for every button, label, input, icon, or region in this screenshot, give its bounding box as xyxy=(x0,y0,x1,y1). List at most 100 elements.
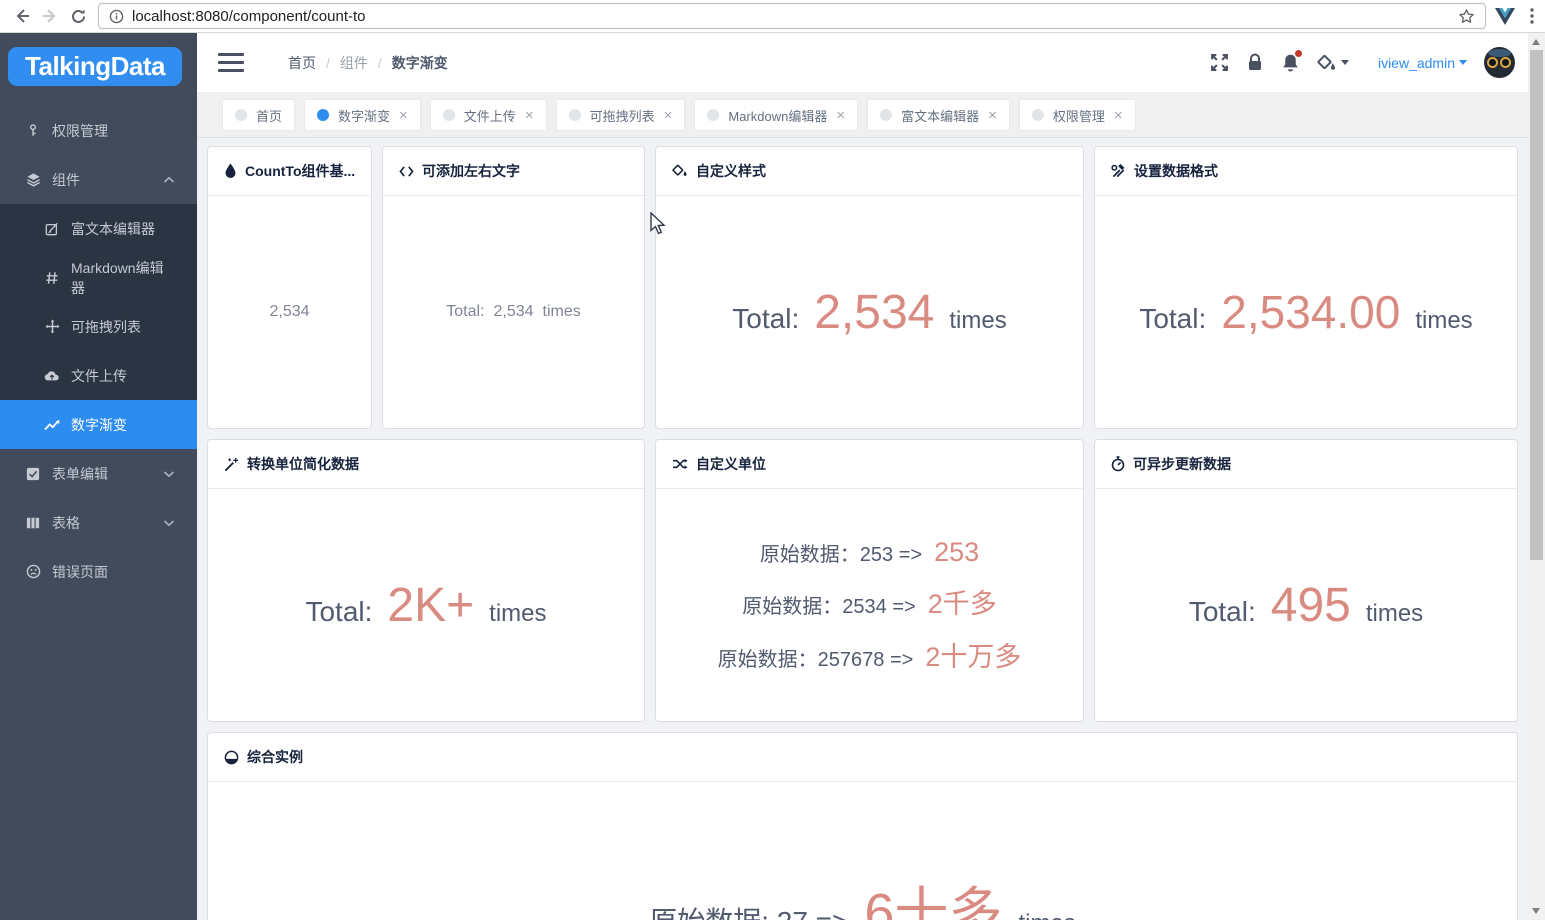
chevron-down-icon xyxy=(1459,60,1467,65)
notification-bell-icon[interactable] xyxy=(1281,49,1302,73)
sidebar-item-table[interactable]: 表格 xyxy=(0,498,197,547)
scrollbar-thumb[interactable] xyxy=(1530,50,1543,560)
url-text[interactable]: localhost:8080/component/count-to xyxy=(132,8,1458,25)
converted-value: 253 xyxy=(934,536,980,567)
close-icon[interactable]: × xyxy=(525,108,534,123)
card-title: CountTo组件基... xyxy=(245,163,356,179)
raw-data-label: 原始数据：257678 => xyxy=(717,648,914,671)
lock-icon[interactable] xyxy=(1246,53,1264,72)
reload-icon[interactable] xyxy=(64,2,92,30)
tab-label: 文件上传 xyxy=(463,108,516,124)
count-label: Total: xyxy=(732,302,800,334)
tools-icon xyxy=(1111,163,1126,179)
breadcrumb-separator: / xyxy=(377,54,382,71)
count-label: Total: xyxy=(446,303,485,320)
page-info-icon[interactable] xyxy=(109,9,124,24)
fullscreen-icon[interactable] xyxy=(1210,53,1229,72)
chevron-up-icon xyxy=(163,176,175,184)
user-menu[interactable]: iview_admin xyxy=(1378,55,1467,71)
converted-value: 2十万多 xyxy=(925,641,1022,672)
close-icon[interactable]: × xyxy=(1114,108,1123,123)
app-logo[interactable]: TalkingData xyxy=(8,47,182,86)
theme-bucket-icon[interactable] xyxy=(1317,54,1349,72)
browser-menu-icon[interactable] xyxy=(1530,8,1534,24)
count-label: Total: xyxy=(1188,595,1256,627)
raw-data-label: 原始数据：253 => xyxy=(759,543,923,566)
hamburger-menu-icon[interactable] xyxy=(218,53,244,72)
tab-count-to[interactable]: 数字渐变 × xyxy=(304,99,421,131)
converted-value: 2千多 xyxy=(927,588,997,619)
move-icon xyxy=(44,319,60,334)
bookmark-star-icon[interactable] xyxy=(1458,8,1475,25)
card-custom-style: 自定义样式 Total: 2,534 times xyxy=(655,146,1084,429)
count-suffix: times xyxy=(1018,910,1075,920)
sidebar-item-form-editor[interactable]: 表单编辑 xyxy=(0,449,197,498)
app-header: 首页 / 组件 / 数字渐变 iview_admin xyxy=(197,33,1528,92)
sidebar-item-markdown[interactable]: Markdown编辑器 xyxy=(0,253,197,302)
back-icon[interactable] xyxy=(8,2,36,30)
close-icon[interactable]: × xyxy=(399,108,408,123)
count-value: 2,534 xyxy=(814,285,935,339)
tab-label: 权限管理 xyxy=(1052,108,1105,124)
sidebar-item-label: Markdown编辑器 xyxy=(71,259,164,296)
close-icon[interactable]: × xyxy=(664,108,673,123)
card-title: 转换单位简化数据 xyxy=(247,456,359,472)
unit-example-row: 原始数据：257678 => 2十万多 xyxy=(718,635,1022,674)
tab-markdown[interactable]: Markdown编辑器 × xyxy=(694,99,859,131)
vue-devtools-icon[interactable] xyxy=(1494,7,1516,26)
address-bar[interactable]: localhost:8080/component/count-to xyxy=(98,3,1486,29)
contrast-icon xyxy=(224,750,239,765)
tab-draggable-list[interactable]: 可拖拽列表 × xyxy=(555,99,686,131)
sidebar-item-error-pages[interactable]: 错误页面 xyxy=(0,547,197,596)
card-title: 综合实例 xyxy=(247,749,303,765)
hash-icon xyxy=(44,271,60,285)
sidebar-item-count-to[interactable]: 数字渐变 xyxy=(0,400,197,449)
sidebar-item-label: 文件上传 xyxy=(71,367,127,384)
forward-icon[interactable] xyxy=(36,2,64,30)
chevron-down-icon xyxy=(1340,60,1349,65)
sidebar-item-file-upload[interactable]: 文件上传 xyxy=(0,351,197,400)
layers-icon xyxy=(25,172,41,187)
sidebar-item-rich-editor[interactable]: 富文本编辑器 xyxy=(0,204,197,253)
breadcrumb-components[interactable]: 组件 xyxy=(340,53,368,73)
close-icon[interactable]: × xyxy=(836,108,845,123)
card-title: 自定义样式 xyxy=(696,163,766,179)
sidebar-item-label: 富文本编辑器 xyxy=(71,220,155,237)
count-label: Total: xyxy=(305,595,373,627)
sidebar-item-label: 可拖拽列表 xyxy=(71,318,141,335)
tab-file-upload[interactable]: 文件上传 × xyxy=(429,99,547,131)
sidebar-item-draggable-list[interactable]: 可拖拽列表 xyxy=(0,302,197,351)
sidebar-menu: 权限管理 组件 富文本编辑器 Markdown编辑器 可拖拽列表 文件上传 数字… xyxy=(0,106,197,596)
window-scrollbar[interactable] xyxy=(1528,33,1545,920)
card-left-right-text: 可添加左右文字 Total: 2,534 times xyxy=(382,146,645,429)
sidebar-item-components[interactable]: 组件 xyxy=(0,155,197,204)
avatar[interactable] xyxy=(1484,47,1515,78)
tab-rich-editor[interactable]: 富文本编辑器 × xyxy=(867,99,1010,131)
converted-value: 6十多 xyxy=(864,883,1003,920)
tab-home[interactable]: 首页 xyxy=(222,99,296,131)
close-icon[interactable]: × xyxy=(988,108,997,123)
sidebar-item-permission[interactable]: 权限管理 xyxy=(0,106,197,155)
count-value: 2K+ xyxy=(387,578,475,632)
card-title: 设置数据格式 xyxy=(1134,163,1218,179)
scroll-up-icon[interactable] xyxy=(1532,39,1540,45)
tab-permission[interactable]: 权限管理 × xyxy=(1018,99,1136,131)
card-countto-basic: CountTo组件基... 2,534 xyxy=(207,146,372,429)
table-icon xyxy=(25,516,41,530)
cloud-upload-icon xyxy=(44,369,60,382)
notification-dot xyxy=(1294,49,1302,57)
chevron-down-icon xyxy=(163,470,175,478)
waterdrop-icon xyxy=(224,163,237,179)
card-data-format: 设置数据格式 Total: 2,534.00 times xyxy=(1094,146,1518,429)
key-icon xyxy=(25,123,41,138)
count-suffix: times xyxy=(542,303,581,320)
tab-label: 首页 xyxy=(256,108,283,124)
sidebar-item-label: 表格 xyxy=(52,514,80,531)
breadcrumb-home[interactable]: 首页 xyxy=(288,53,316,73)
scroll-down-icon[interactable] xyxy=(1532,908,1540,914)
count-value: 2,534 xyxy=(269,303,310,320)
shuffle-icon xyxy=(672,457,688,471)
sad-face-icon xyxy=(25,564,41,579)
page-content: CountTo组件基... 2,534 可添加左右文字 Total: 2,534… xyxy=(197,138,1528,920)
count-suffix: times xyxy=(489,599,547,627)
